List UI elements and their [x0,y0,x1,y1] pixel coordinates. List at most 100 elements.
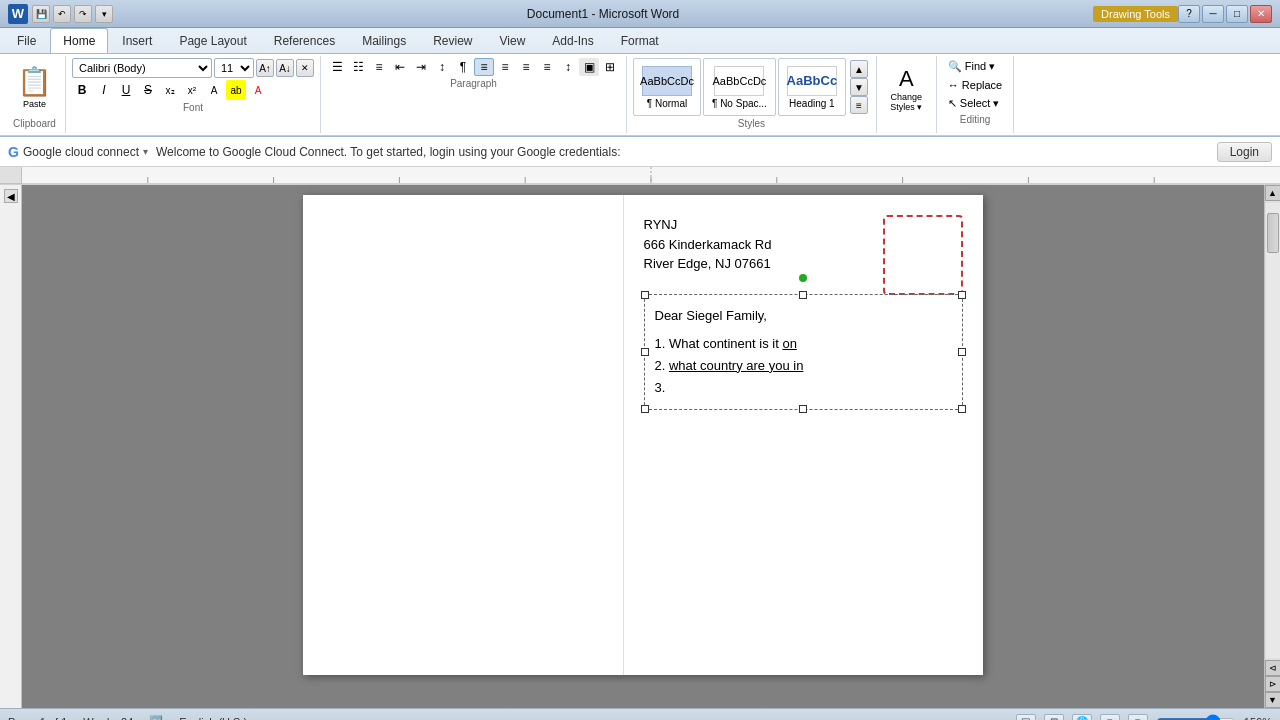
scroll-down-prev[interactable]: ⊲ [1265,660,1281,676]
scroll-thumb[interactable] [1267,213,1279,253]
handle-bottom-right[interactable] [958,405,966,413]
sort-btn[interactable]: ↕ [432,58,452,76]
view-print-btn[interactable]: ▤ [1016,714,1036,721]
font-shrink-btn[interactable]: A↓ [276,59,294,77]
increase-indent-btn[interactable]: ⇥ [411,58,431,76]
font-color-btn[interactable]: A [248,80,268,100]
customize-quick-btn[interactable]: ▾ [95,5,113,23]
tab-page-layout[interactable]: Page Layout [166,28,259,53]
tab-view[interactable]: View [487,28,539,53]
strikethrough-button[interactable]: S [138,80,158,100]
replace-button[interactable]: ↔ Replace [943,77,1007,93]
line-spacing-btn[interactable]: ↕ [558,58,578,76]
cloud-dropdown-arrow: ▾ [143,146,148,157]
justify-btn[interactable]: ≡ [537,58,557,76]
align-center-btn[interactable]: ≡ [495,58,515,76]
tab-file[interactable]: File [4,28,49,53]
tab-format[interactable]: Format [608,28,672,53]
close-btn[interactable]: ✕ [1250,5,1272,23]
clear-format-btn[interactable]: ✕ [296,59,314,77]
highlight-btn[interactable]: ab [226,80,246,100]
select-button[interactable]: ↖ Select ▾ [943,95,1007,112]
view-draft-btn[interactable]: ≡ [1128,714,1148,721]
handle-top-left[interactable] [641,291,649,299]
change-styles-icon: A [899,66,914,92]
underline-button[interactable]: U [116,80,136,100]
bullets-btn[interactable]: ☰ [327,58,347,76]
numbering-btn[interactable]: ☷ [348,58,368,76]
align-left-btn[interactable]: ≡ [474,58,494,76]
spell-check-icon[interactable]: 🔤 [149,715,163,720]
show-marks-btn[interactable]: ¶ [453,58,473,76]
minimize-btn[interactable]: ─ [1202,5,1224,23]
find-button[interactable]: 🔍 Find ▾ [943,58,1007,75]
zoom-slider[interactable] [1156,715,1236,721]
style-no-spacing[interactable]: AaBbCcDc ¶ No Spac... [703,58,776,116]
help-btn[interactable]: ? [1178,5,1200,23]
clipboard-group: 📋 Paste Clipboard [4,56,66,133]
handle-middle-left[interactable] [641,348,649,356]
tab-references[interactable]: References [261,28,348,53]
list-item-3: 3. [655,377,953,399]
border-btn[interactable]: ⊞ [600,58,620,76]
tab-insert[interactable]: Insert [109,28,165,53]
editing-content: 🔍 Find ▾ ↔ Replace ↖ Select ▾ [943,58,1007,112]
text-box[interactable]: Dear Siegel Family, 1. What continent is… [644,294,964,410]
sidebar-toggle[interactable]: ◀ [4,189,18,203]
page-status: Page: 1 of 1 [8,716,67,721]
replace-icon: ↔ [948,79,959,91]
decrease-indent-btn[interactable]: ⇤ [390,58,410,76]
paste-button[interactable]: 📋 Paste [10,62,59,112]
save-quick-btn[interactable]: 💾 [32,5,50,23]
subscript-button[interactable]: x₂ [160,80,180,100]
italic-button[interactable]: I [94,80,114,100]
styles-up-btn[interactable]: ▲ [850,60,868,78]
style-normal[interactable]: AaBbCcDc ¶ Normal [633,58,701,116]
page-right[interactable]: RYNJ 666 Kinderkamack Rd River Edge, NJ … [624,195,984,675]
handle-bottom-left[interactable] [641,405,649,413]
view-full-read-btn[interactable]: ⊞ [1044,714,1064,721]
zoom-level: 156% [1244,716,1272,721]
text-effect-btn[interactable]: A [204,80,224,100]
status-right: ▤ ⊞ 🌐 ≡ ≡ 156% [1016,714,1272,721]
scroll-up-arrow[interactable]: ▲ [1265,185,1281,201]
handle-middle-right[interactable] [958,348,966,356]
tab-mailings[interactable]: Mailings [349,28,419,53]
tab-add-ins[interactable]: Add-Ins [539,28,606,53]
scroll-down-arrow[interactable]: ▼ [1265,692,1281,708]
rotation-handle[interactable] [799,274,807,282]
scroll-page-prev[interactable]: ⊳ [1265,676,1281,692]
scroll-track[interactable] [1266,203,1280,658]
undo-quick-btn[interactable]: ↶ [53,5,71,23]
view-web-btn[interactable]: 🌐 [1072,714,1092,721]
salutation: Dear Siegel Family, [655,305,953,327]
list-item-1-number: 1. What continent is it [655,336,783,351]
maximize-btn[interactable]: □ [1226,5,1248,23]
font-size-select[interactable]: 11 [214,58,254,78]
handle-bottom-middle[interactable] [799,405,807,413]
bold-button[interactable]: B [72,80,92,100]
align-right-btn[interactable]: ≡ [516,58,536,76]
superscript-button[interactable]: x² [182,80,202,100]
ruler-area [0,167,1280,185]
styles-down-btn[interactable]: ▼ [850,78,868,96]
styles-more-btn[interactable]: ≡ [850,96,868,114]
page-canvas[interactable]: RYNJ 666 Kinderkamack Rd River Edge, NJ … [22,185,1264,708]
tab-review[interactable]: Review [420,28,485,53]
tab-home[interactable]: Home [50,28,108,53]
handle-top-middle[interactable] [799,291,807,299]
view-outline-btn[interactable]: ≡ [1100,714,1120,721]
shading-btn[interactable]: ▣ [579,58,599,76]
multilevel-btn[interactable]: ≡ [369,58,389,76]
handle-top-right[interactable] [958,291,966,299]
login-button[interactable]: Login [1217,142,1272,162]
style-heading1[interactable]: AaBbCc Heading 1 [778,58,846,116]
ribbon-content: 📋 Paste Clipboard Calibri (Body) 11 A↑ A… [0,54,1280,136]
redo-quick-btn[interactable]: ↷ [74,5,92,23]
style-no-spacing-preview: AaBbCcDc [714,66,764,96]
font-name-select[interactable]: Calibri (Body) [72,58,212,78]
words-status: Words: 24 [83,716,133,721]
change-styles-content: A ChangeStyles ▾ [890,58,922,112]
google-cloud-logo[interactable]: G Google cloud connect ▾ [8,144,148,160]
font-grow-btn[interactable]: A↑ [256,59,274,77]
